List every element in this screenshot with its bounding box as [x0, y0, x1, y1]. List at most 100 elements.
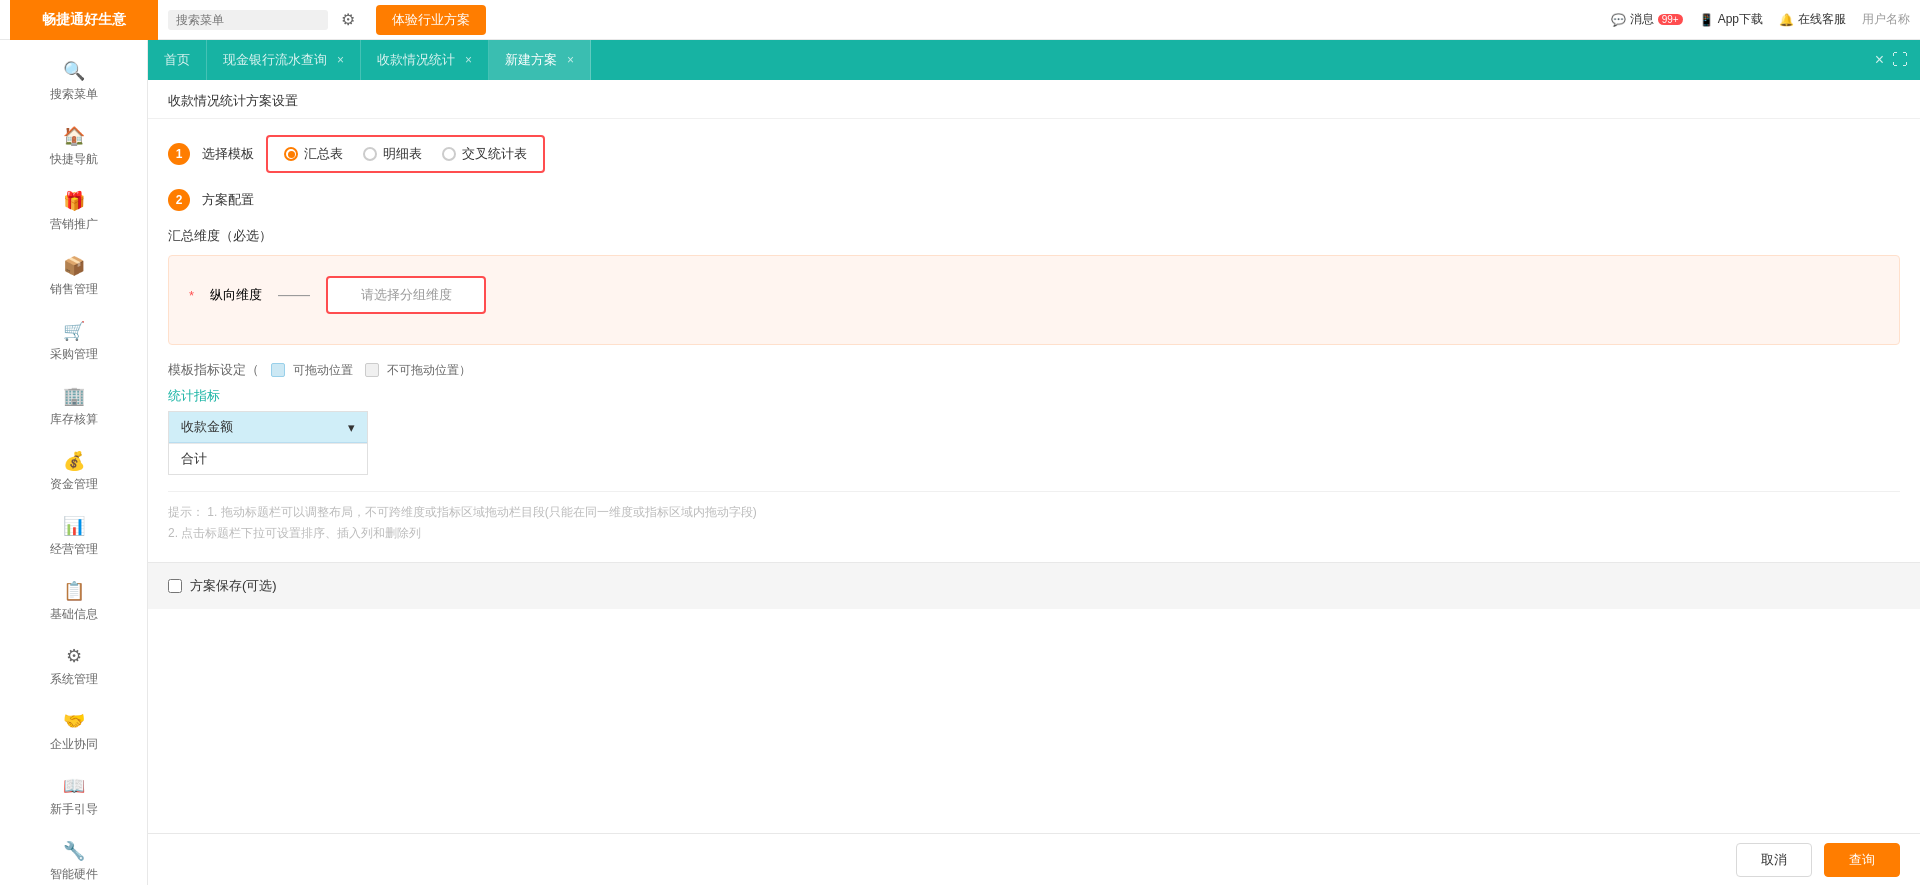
form-section: 1 选择模板 汇总表 明细表 [148, 119, 1920, 562]
tips-section: 提示： 1. 拖动标题栏可以调整布局，不可跨维度或指标区域拖动栏目段(只能在同一… [168, 491, 1900, 542]
bottom-bar: 取消 查询 [148, 833, 1920, 885]
cancel-button[interactable]: 取消 [1736, 843, 1812, 877]
service-btn[interactable]: 🔔 在线客服 [1779, 11, 1846, 28]
radio-summary[interactable]: 汇总表 [284, 145, 343, 163]
sidebar-item-label: 经营管理 [50, 541, 98, 558]
search-icon: 🔍 [63, 60, 85, 82]
hardware-icon: 🔧 [63, 840, 85, 862]
sidebar-item-system[interactable]: ⚙ 系统管理 [0, 633, 147, 698]
stats-header-chevron[interactable] [348, 420, 355, 435]
non-draggable-label: 不可拖动位置） [387, 362, 471, 379]
sidebar-item-basic[interactable]: 📋 基础信息 [0, 568, 147, 633]
dimension-row: * 纵向维度 —— 请选择分组维度 [189, 276, 1879, 314]
search-input[interactable] [168, 10, 328, 30]
stats-header[interactable]: 收款金额 [169, 412, 367, 443]
sidebar-item-label: 销售管理 [50, 281, 98, 298]
gear-icon[interactable]: ⚙ [332, 4, 364, 36]
tab-cashflow[interactable]: 现金银行流水查询 × [207, 40, 361, 80]
save-checkbox[interactable] [168, 579, 182, 593]
draggable-box [271, 363, 285, 377]
tab-newplan-close[interactable]: × [567, 53, 574, 67]
top-right-area: 💬 消息 99+ 📱 App下载 🔔 在线客服 用户名称 [1611, 11, 1910, 28]
sidebar-item-hardware[interactable]: 🔧 智能硬件 [0, 828, 147, 885]
tab-actions: × ⛶ [1875, 51, 1920, 69]
radio-summary-circle [284, 147, 298, 161]
save-label: 方案保存(可选) [190, 577, 277, 595]
sidebar-item-sales[interactable]: 📦 销售管理 [0, 243, 147, 308]
radio-detail[interactable]: 明细表 [363, 145, 422, 163]
template-selection-box: 汇总表 明细表 交叉统计表 [266, 135, 545, 173]
sidebar-item-marketing[interactable]: 🎁 营销推广 [0, 178, 147, 243]
query-button[interactable]: 查询 [1824, 843, 1900, 877]
sidebar-item-newbie[interactable]: 📖 新手引导 [0, 763, 147, 828]
message-icon: 💬 [1611, 13, 1626, 27]
radio-detail-label: 明细表 [383, 145, 422, 163]
tab-cashflow-label: 现金银行流水查询 [223, 51, 327, 69]
tab-receipts-close[interactable]: × [465, 53, 472, 67]
tab-minimize-btn[interactable]: × [1875, 51, 1884, 69]
required-star: * [189, 288, 194, 303]
step1-num: 1 [168, 143, 190, 165]
brand-name: 畅捷通好生意 [42, 11, 126, 29]
download-btn[interactable]: 📱 App下载 [1699, 11, 1763, 28]
sidebar-item-label: 企业协同 [50, 736, 98, 753]
sidebar: 🔍 搜索菜单 🏠 快捷导航 🎁 营销推广 📦 销售管理 🛒 采购管理 🏢 库存核… [0, 40, 148, 885]
template-radio-group: 汇总表 明细表 交叉统计表 [284, 145, 527, 163]
step2-num: 2 [168, 189, 190, 211]
stats-header-label: 收款金额 [181, 418, 233, 436]
sidebar-item-search[interactable]: 🔍 搜索菜单 [0, 48, 147, 113]
chart-icon: 📊 [63, 515, 85, 537]
save-option: 方案保存(可选) [148, 562, 1920, 609]
inventory-icon: 🏢 [63, 385, 85, 407]
vertical-dim-label: 纵向维度 [210, 286, 262, 304]
tab-newplan[interactable]: 新建方案 × [489, 40, 591, 80]
draggable-label: 可拖动位置 [293, 362, 353, 379]
dimension-arrow: —— [278, 286, 310, 304]
tab-maximize-btn[interactable]: ⛶ [1892, 51, 1908, 69]
stats-row-label: 合计 [181, 451, 207, 466]
plan-config: 汇总维度（必选） * 纵向维度 —— 请选择分组维度 [168, 227, 1900, 542]
sidebar-item-label: 快捷导航 [50, 151, 98, 168]
radio-cross[interactable]: 交叉统计表 [442, 145, 527, 163]
tab-bar: 首页 现金银行流水查询 × 收款情况统计 × 新建方案 × × ⛶ [148, 40, 1920, 80]
sidebar-item-management[interactable]: 📊 经营管理 [0, 503, 147, 568]
tip2: 2. 点击标题栏下拉可设置排序、插入列和删除列 [168, 525, 1900, 542]
sidebar-item-corp[interactable]: 🤝 企业协同 [0, 698, 147, 763]
stats-section: 统计指标 收款金额 合计 [168, 387, 1900, 475]
sidebar-item-label: 搜索菜单 [50, 86, 98, 103]
sidebar-item-purchase[interactable]: 🛒 采购管理 [0, 308, 147, 373]
tip2-text: 2. 点击标题栏下拉可设置排序、插入列和删除列 [168, 526, 421, 540]
tips-label: 提示： [168, 505, 204, 519]
sidebar-item-label: 基础信息 [50, 606, 98, 623]
tab-home[interactable]: 首页 [148, 40, 207, 80]
radio-cross-circle [442, 147, 456, 161]
indicator-settings: 模板指标设定（ 可拖动位置 不可拖动位置） [168, 361, 1900, 542]
corp-icon: 🤝 [63, 710, 85, 732]
tab-home-label: 首页 [164, 51, 190, 69]
sidebar-item-label: 采购管理 [50, 346, 98, 363]
sidebar-item-finance[interactable]: 💰 资金管理 [0, 438, 147, 503]
stats-row: 合计 [169, 443, 367, 474]
tab-receipts[interactable]: 收款情况统计 × [361, 40, 489, 80]
step1-row: 1 选择模板 汇总表 明细表 [168, 135, 1900, 173]
page-title: 收款情况统计方案设置 [168, 93, 298, 108]
info-icon: 📋 [63, 580, 85, 602]
purchase-icon: 🛒 [63, 320, 85, 342]
sidebar-item-label: 系统管理 [50, 671, 98, 688]
sales-icon: 📦 [63, 255, 85, 277]
message-btn[interactable]: 💬 消息 99+ [1611, 11, 1683, 28]
book-icon: 📖 [63, 775, 85, 797]
dimension-selector[interactable]: 请选择分组维度 [326, 276, 486, 314]
industry-btn[interactable]: 体验行业方案 [376, 5, 486, 35]
download-label: App下载 [1718, 11, 1763, 28]
message-label: 消息 [1630, 11, 1654, 28]
sidebar-item-nav[interactable]: 🏠 快捷导航 [0, 113, 147, 178]
summary-dim-label: 汇总维度（必选） [168, 228, 272, 243]
sidebar-item-label: 新手引导 [50, 801, 98, 818]
sidebar-item-inventory[interactable]: 🏢 库存核算 [0, 373, 147, 438]
sidebar-item-label: 营销推广 [50, 216, 98, 233]
dimension-area: * 纵向维度 —— 请选择分组维度 [168, 255, 1900, 345]
radio-summary-label: 汇总表 [304, 145, 343, 163]
tab-cashflow-close[interactable]: × [337, 53, 344, 67]
home-icon: 🏠 [63, 125, 85, 147]
